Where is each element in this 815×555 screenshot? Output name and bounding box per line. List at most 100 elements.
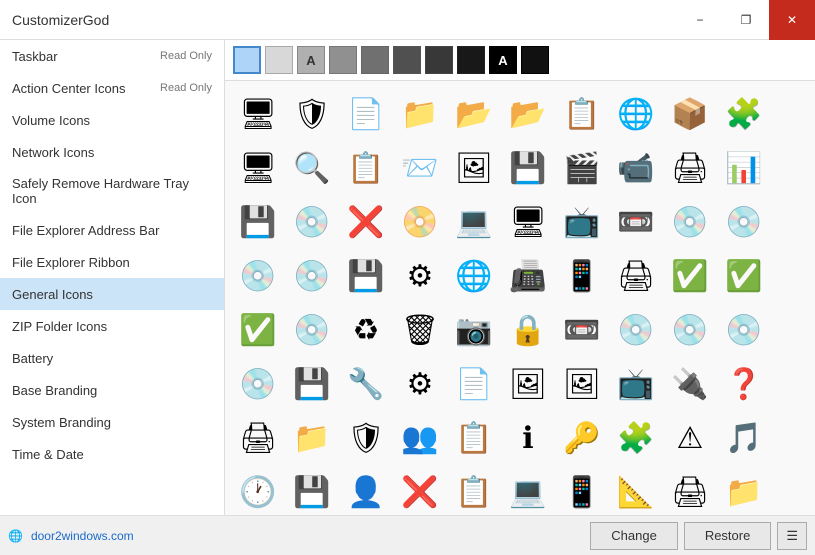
icon-cell-2[interactable]: 📄	[341, 89, 391, 139]
sidebar-item-file-explorer-ribbon[interactable]: File Explorer Ribbon	[0, 246, 224, 278]
icon-cell-68[interactable]: ⚠	[665, 413, 715, 463]
icon-cell-76[interactable]: 📱	[557, 467, 607, 515]
sidebar-item-volume[interactable]: Volume Icons	[0, 104, 224, 136]
icon-cell-51[interactable]: 💾	[287, 359, 337, 409]
color-swatch-6[interactable]	[425, 46, 453, 74]
icon-cell-5[interactable]: 📂	[503, 89, 553, 139]
color-swatch-8[interactable]: A	[489, 46, 517, 74]
icon-cell-60[interactable]: 🖨	[233, 413, 283, 463]
icon-cell-73[interactable]: ❌	[395, 467, 445, 515]
icon-cell-38[interactable]: ✅	[665, 251, 715, 301]
website-link[interactable]: 🌐 door2windows.com	[8, 529, 134, 543]
icon-cell-58[interactable]: 🔌	[665, 359, 715, 409]
sidebar-item-system-branding[interactable]: System Branding	[0, 406, 224, 438]
icon-cell-35[interactable]: 📠	[503, 251, 553, 301]
color-swatch-2[interactable]: A	[297, 46, 325, 74]
color-swatch-1[interactable]	[265, 46, 293, 74]
icon-cell-61[interactable]: 📁	[287, 413, 337, 463]
icon-cell-32[interactable]: 💾	[341, 251, 391, 301]
icon-cell-27[interactable]: 📼	[611, 197, 661, 247]
icon-cell-17[interactable]: 📹	[611, 143, 661, 193]
icon-cell-26[interactable]: 📺	[557, 197, 607, 247]
sidebar-item-general-icons[interactable]: General Icons	[0, 278, 224, 310]
icon-cell-72[interactable]: 👤	[341, 467, 391, 515]
icon-cell-74[interactable]: 📋	[449, 467, 499, 515]
icon-cell-44[interactable]: 📷	[449, 305, 499, 355]
icon-cell-70[interactable]: 🕐	[233, 467, 283, 515]
icon-cell-24[interactable]: 💻	[449, 197, 499, 247]
icon-cell-36[interactable]: 📱	[557, 251, 607, 301]
sidebar-item-action-center[interactable]: Action Center IconsRead Only	[0, 72, 224, 104]
icon-cell-12[interactable]: 📋	[341, 143, 391, 193]
icon-cell-14[interactable]: 🖼	[449, 143, 499, 193]
icon-cell-53[interactable]: ⚙	[395, 359, 445, 409]
icon-cell-9[interactable]: 🧩	[719, 89, 769, 139]
icon-cell-4[interactable]: 📂	[449, 89, 499, 139]
icon-cell-21[interactable]: 💿	[287, 197, 337, 247]
icon-cell-30[interactable]: 💿	[233, 251, 283, 301]
menu-button[interactable]: ☰	[777, 522, 807, 550]
icon-cell-57[interactable]: 📺	[611, 359, 661, 409]
sidebar-scroll[interactable]: TaskbarRead OnlyAction Center IconsRead …	[0, 40, 224, 515]
icon-cell-66[interactable]: 🔑	[557, 413, 607, 463]
color-swatch-4[interactable]	[361, 46, 389, 74]
icon-cell-45[interactable]: 🔒	[503, 305, 553, 355]
icon-cell-41[interactable]: 💿	[287, 305, 337, 355]
icon-cell-40[interactable]: ✅	[233, 305, 283, 355]
icon-cell-69[interactable]: 🎵	[719, 413, 769, 463]
icon-cell-56[interactable]: 🖼	[557, 359, 607, 409]
sidebar-item-network[interactable]: Network Icons	[0, 136, 224, 168]
icon-cell-15[interactable]: 💾	[503, 143, 553, 193]
icon-cell-20[interactable]: 💾	[233, 197, 283, 247]
icon-cell-39[interactable]: ✅	[719, 251, 769, 301]
color-swatch-7[interactable]	[457, 46, 485, 74]
icon-cell-33[interactable]: ⚙	[395, 251, 445, 301]
icon-cell-28[interactable]: 💿	[665, 197, 715, 247]
close-button[interactable]: ✕	[769, 0, 815, 40]
icon-cell-19[interactable]: 📊	[719, 143, 769, 193]
icon-cell-47[interactable]: 💿	[611, 305, 661, 355]
icon-cell-0[interactable]: 🖥	[233, 89, 283, 139]
color-swatch-9[interactable]	[521, 46, 549, 74]
icon-cell-64[interactable]: 📋	[449, 413, 499, 463]
icon-cell-59[interactable]: ❓	[719, 359, 769, 409]
icon-cell-50[interactable]: 💿	[233, 359, 283, 409]
color-swatch-5[interactable]	[393, 46, 421, 74]
icon-cell-18[interactable]: 🖨	[665, 143, 715, 193]
icon-cell-62[interactable]: 🛡	[341, 413, 391, 463]
icon-cell-11[interactable]: 🔍	[287, 143, 337, 193]
sidebar-item-taskbar[interactable]: TaskbarRead Only	[0, 40, 224, 72]
icon-cell-10[interactable]: 🖥	[233, 143, 283, 193]
restore-button[interactable]: ❐	[723, 0, 769, 40]
icon-cell-23[interactable]: 📀	[395, 197, 445, 247]
sidebar-item-battery[interactable]: Battery	[0, 342, 224, 374]
icon-cell-67[interactable]: 🧩	[611, 413, 661, 463]
icon-cell-46[interactable]: 📼	[557, 305, 607, 355]
icon-cell-77[interactable]: 📐	[611, 467, 661, 515]
sidebar-item-time-date[interactable]: Time & Date	[0, 438, 224, 470]
icons-grid[interactable]: 🖥🛡📄📁📂📂📋🌐📦🧩🖥🔍📋📨🖼💾🎬📹🖨📊💾💿❌📀💻🖥📺📼💿💿💿💿💾⚙🌐📠📱🖨✅✅…	[225, 81, 815, 515]
icon-cell-48[interactable]: 💿	[665, 305, 715, 355]
icon-cell-42[interactable]: ♻	[341, 305, 391, 355]
icon-cell-6[interactable]: 📋	[557, 89, 607, 139]
icon-cell-63[interactable]: 👥	[395, 413, 445, 463]
icon-cell-52[interactable]: 🔧	[341, 359, 391, 409]
restore-button-bottom[interactable]: Restore	[684, 522, 772, 550]
icon-cell-22[interactable]: ❌	[341, 197, 391, 247]
icon-cell-34[interactable]: 🌐	[449, 251, 499, 301]
icon-cell-37[interactable]: 🖨	[611, 251, 661, 301]
color-swatch-0[interactable]	[233, 46, 261, 74]
icon-cell-1[interactable]: 🛡	[287, 89, 337, 139]
icon-cell-54[interactable]: 📄	[449, 359, 499, 409]
sidebar-item-file-explorer-address[interactable]: File Explorer Address Bar	[0, 214, 224, 246]
icon-cell-8[interactable]: 📦	[665, 89, 715, 139]
icon-cell-78[interactable]: 🖨	[665, 467, 715, 515]
sidebar-item-base-branding[interactable]: Base Branding	[0, 374, 224, 406]
icon-cell-43[interactable]: 🗑	[395, 305, 445, 355]
icon-cell-55[interactable]: 🖼	[503, 359, 553, 409]
icon-cell-16[interactable]: 🎬	[557, 143, 607, 193]
icon-cell-3[interactable]: 📁	[395, 89, 445, 139]
icon-cell-65[interactable]: ℹ	[503, 413, 553, 463]
icon-cell-31[interactable]: 💿	[287, 251, 337, 301]
change-button[interactable]: Change	[590, 522, 678, 550]
